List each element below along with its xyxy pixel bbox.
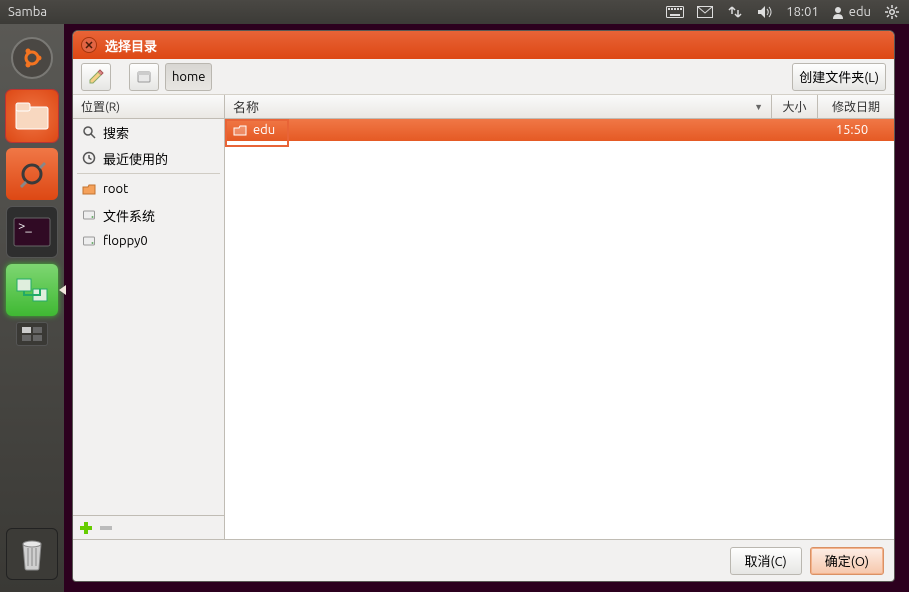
edit-path-button[interactable] <box>81 63 111 91</box>
search-icon <box>81 124 97 140</box>
launcher-terminal[interactable]: >_ <box>6 206 58 258</box>
place-floppy0[interactable]: floppy0 <box>73 228 224 254</box>
svg-text:>_: >_ <box>18 219 32 233</box>
path-root-button[interactable] <box>129 63 159 91</box>
place-label: floppy0 <box>103 234 148 248</box>
folder-icon <box>233 123 247 137</box>
create-folder-button[interactable]: 创建文件夹(L) <box>792 63 886 91</box>
path-home-button[interactable]: home <box>165 63 212 91</box>
file-date: 15:50 <box>814 123 890 137</box>
sort-indicator-icon: ▼ <box>754 102 763 112</box>
places-header[interactable]: 位置(R) <box>73 95 224 119</box>
launcher-workspace[interactable] <box>16 322 48 346</box>
drive-icon <box>81 233 97 249</box>
close-button[interactable] <box>81 37 97 53</box>
place-最近使用的[interactable]: 最近使用的 <box>73 145 224 171</box>
place-label: 最近使用的 <box>103 149 168 168</box>
place-label: root <box>103 182 128 196</box>
unity-launcher: >_ <box>0 24 64 592</box>
gear-icon[interactable] <box>883 4 901 20</box>
recent-icon <box>81 150 97 166</box>
col-header-size[interactable]: 大小 <box>772 95 818 118</box>
keyboard-icon[interactable] <box>666 4 684 20</box>
mail-icon[interactable] <box>696 4 714 20</box>
dialog-titlebar[interactable]: 选择目录 <box>73 31 894 59</box>
col-header-date[interactable]: 修改日期 <box>818 95 894 118</box>
network-icon[interactable] <box>726 4 744 20</box>
file-pane: 名称 ▼ 大小 修改日期 edu 15:50 <box>225 95 894 539</box>
sound-icon[interactable] <box>756 4 774 20</box>
dialog-body: 位置(R) 搜索最近使用的 root 文件系统 floppy0 名称 ▼ 大小 修改日… <box>73 95 894 539</box>
add-bookmark-button[interactable] <box>79 521 93 535</box>
places-sidebar: 位置(R) 搜索最近使用的 root 文件系统 floppy0 <box>73 95 225 539</box>
app-title: Samba <box>8 5 656 19</box>
places-actions <box>73 515 224 539</box>
launcher-samba[interactable] <box>6 264 58 316</box>
remove-bookmark-button <box>99 521 113 535</box>
col-header-name[interactable]: 名称 ▼ <box>225 95 772 118</box>
places-list: 搜索最近使用的 root 文件系统 floppy0 <box>73 119 224 515</box>
system-tray: 18:01 edu <box>666 4 901 20</box>
file-list[interactable]: edu 15:50 <box>225 119 894 539</box>
file-name: edu <box>253 123 275 137</box>
user-label: edu <box>849 5 871 19</box>
home-folder-icon <box>81 181 97 197</box>
user-menu[interactable]: edu <box>831 5 871 19</box>
cancel-button[interactable]: 取消(C) <box>730 547 802 575</box>
file-list-header: 名称 ▼ 大小 修改日期 <box>225 95 894 119</box>
launcher-files[interactable] <box>6 90 58 142</box>
place-label: 搜索 <box>103 123 129 142</box>
dialog-footer: 取消(C) 确定(O) <box>73 539 894 581</box>
create-folder-label: 创建文件夹(L) <box>799 67 879 86</box>
place-root[interactable]: root <box>73 176 224 202</box>
launcher-trash[interactable] <box>6 528 58 580</box>
launcher-dash[interactable] <box>6 32 58 84</box>
launcher-settings[interactable] <box>6 148 58 200</box>
clock[interactable]: 18:01 <box>786 5 819 19</box>
file-row[interactable]: edu 15:50 <box>225 119 894 141</box>
top-menubar: Samba 18:01 edu <box>0 0 909 24</box>
drive-icon <box>81 207 97 223</box>
ok-button[interactable]: 确定(O) <box>810 547 884 575</box>
choose-directory-dialog: 选择目录 home 创建文件夹(L) 位置(R) 搜索最近使用的 root 文件系统… <box>72 30 895 582</box>
place-文件系统[interactable]: 文件系统 <box>73 202 224 228</box>
path-home-label: home <box>172 70 205 84</box>
place-label: 文件系统 <box>103 206 155 225</box>
place-搜索[interactable]: 搜索 <box>73 119 224 145</box>
dialog-title: 选择目录 <box>105 36 157 55</box>
dialog-toolbar: home 创建文件夹(L) <box>73 59 894 95</box>
